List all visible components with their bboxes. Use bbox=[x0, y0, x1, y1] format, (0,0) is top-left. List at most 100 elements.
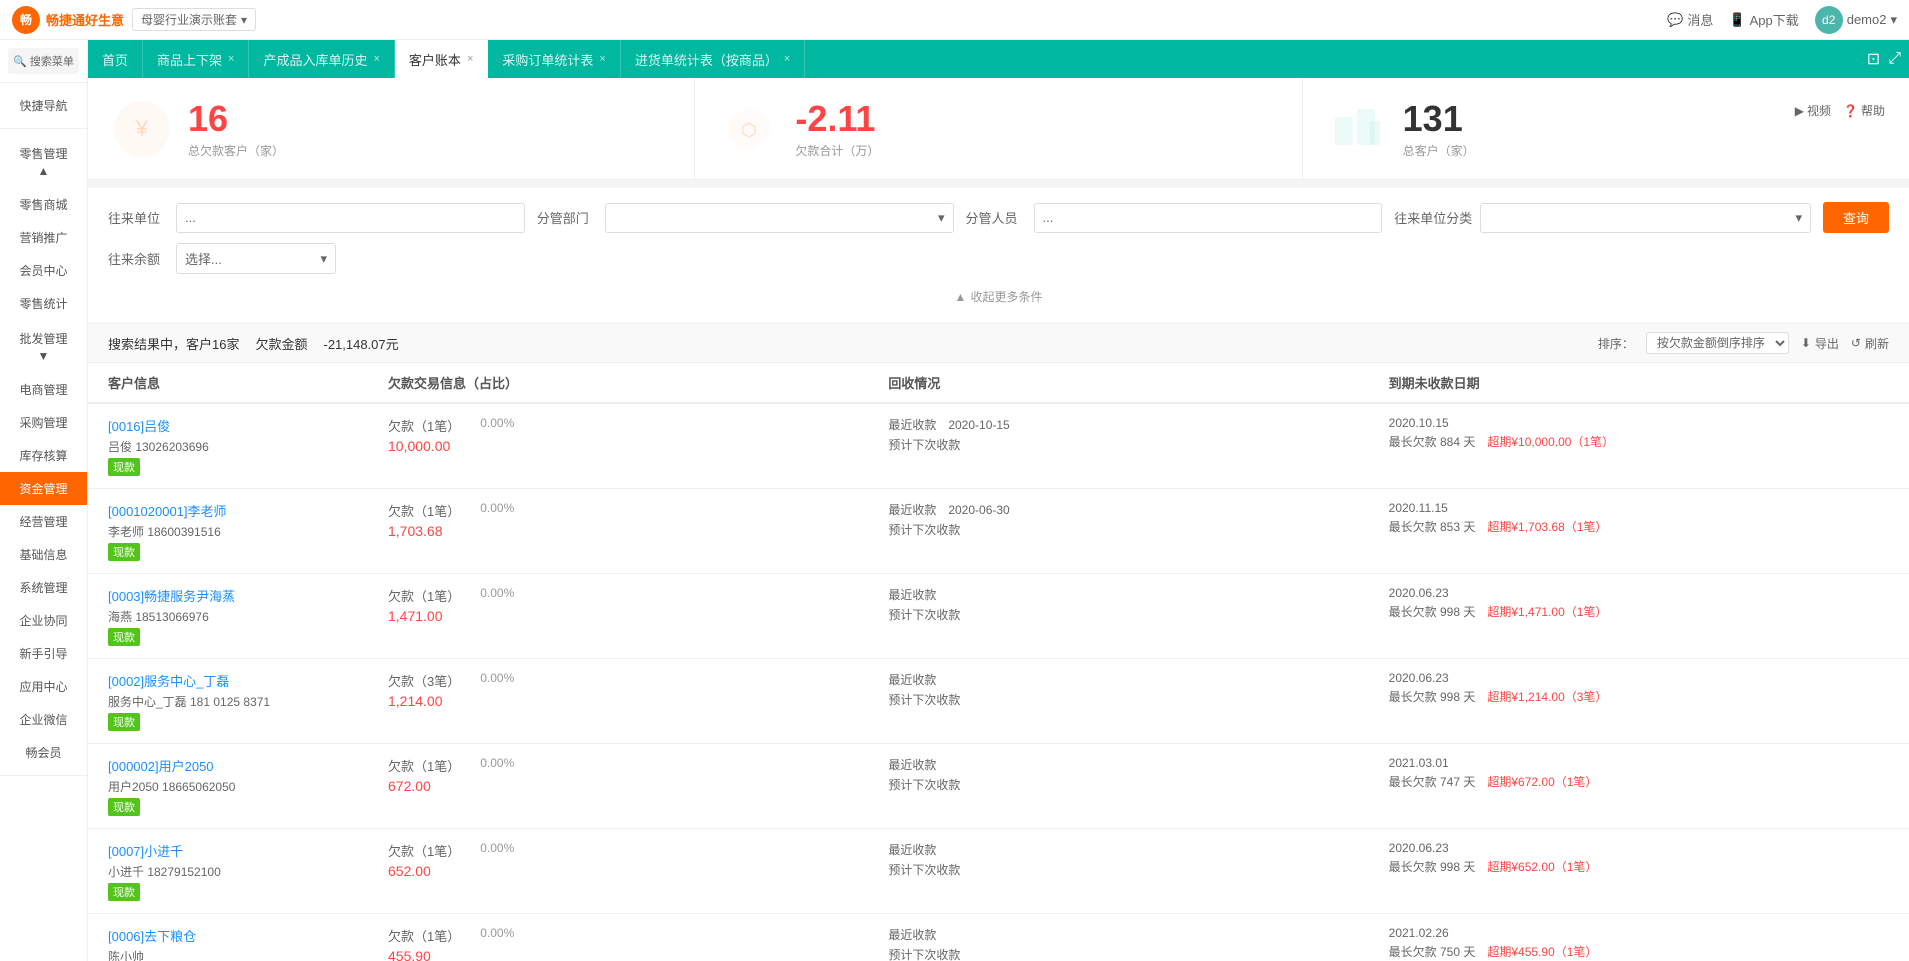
customer-name-link[interactable]: [0007]小进千 bbox=[108, 841, 388, 860]
store-selector[interactable]: 母婴行业演示账套 ▾ bbox=[132, 8, 256, 31]
sidebar-item-wechat[interactable]: 企业微信 bbox=[0, 703, 87, 736]
overdue-link[interactable]: 超期¥652.00（1笔） bbox=[1487, 860, 1597, 874]
sidebar-item-basic-info[interactable]: 基础信息 bbox=[0, 538, 87, 571]
video-btn[interactable]: ▶ 视频 bbox=[1795, 102, 1831, 119]
tab-production-history-label: 产成品入库单历史 bbox=[263, 50, 367, 69]
source-unit-filter: 往来单位 ... bbox=[108, 203, 525, 233]
tab-close-icon[interactable]: × bbox=[467, 53, 473, 65]
collapse-filter-btn[interactable]: ▲ 收起更多条件 bbox=[108, 284, 1889, 309]
expand-icon[interactable]: ⤢ bbox=[1888, 50, 1901, 68]
sidebar-item-inventory[interactable]: 库存核算 bbox=[0, 439, 87, 472]
next-payment-label: 预计下次收款 bbox=[888, 776, 1388, 793]
sidebar-item-finance[interactable]: 资金管理 bbox=[0, 472, 87, 505]
recent-payment-label: 最近收款 bbox=[888, 926, 1388, 943]
debt-info-inner: 欠款（1笔） 10,000.00 0.00% bbox=[388, 416, 888, 454]
table-row-wrapper: [000002]用户2050 用户2050 18665062050 现款 欠款（… bbox=[88, 744, 1909, 829]
ecommerce-label: 电商管理 bbox=[19, 381, 67, 398]
sidebar-item-membership[interactable]: 会员中心 bbox=[0, 254, 87, 287]
sidebar-item-marketing[interactable]: 营销推广 bbox=[0, 221, 87, 254]
sort-select[interactable]: 按欠款金额倒序排序 bbox=[1646, 332, 1789, 354]
customer-name-link[interactable]: [0003]畅捷服务尹海蒸 bbox=[108, 586, 388, 605]
debt-percent: 0.00% bbox=[480, 501, 514, 515]
overdue-link[interactable]: 超期¥1,471.00（1笔） bbox=[1487, 605, 1607, 619]
export-btn[interactable]: ⬇ 导出 bbox=[1801, 335, 1839, 352]
overdue-link[interactable]: 超期¥455.90（1笔） bbox=[1487, 945, 1597, 959]
sidebar-item-purchase[interactable]: 采购管理 bbox=[0, 406, 87, 439]
debt-customers-value: 16 bbox=[188, 98, 284, 140]
debt-info-inner: 欠款（1笔） 455.90 0.00% bbox=[388, 926, 888, 961]
overdue-link[interactable]: 超期¥1,703.68（1笔） bbox=[1487, 520, 1607, 534]
balance-select[interactable]: 选择... ▾ bbox=[176, 243, 336, 274]
overdue-days: 最长欠款 747 天 超期¥672.00（1笔） bbox=[1389, 773, 1889, 790]
recent-payment-label: 最近收款 2020-10-15 bbox=[888, 416, 1388, 433]
debt-info-cell: 欠款（1笔） 10,000.00 0.00% bbox=[388, 416, 888, 454]
sidebar-item-wholesale-mgmt[interactable]: 批发管理 ▼ bbox=[0, 320, 87, 373]
sidebar-item-new-user-guide[interactable]: 新手引导 bbox=[0, 637, 87, 670]
unit-class-label: 往来单位分类 bbox=[1394, 208, 1472, 227]
restore-icon[interactable]: ⊡ bbox=[1867, 49, 1880, 69]
due-date: 2020.06.23 bbox=[1389, 671, 1889, 685]
tab-bar-controls: ⊡ ⤢ bbox=[1859, 49, 1909, 69]
debt-customers-label: 总欠款客户（家） bbox=[188, 142, 284, 159]
tab-close-icon[interactable]: × bbox=[784, 53, 790, 65]
tab-close-icon[interactable]: × bbox=[599, 53, 605, 65]
unit-class-select[interactable]: ▾ bbox=[1480, 203, 1811, 233]
top-bar-left: 畅 畅捷通好生意 母婴行业演示账套 ▾ bbox=[12, 6, 256, 34]
help-btn[interactable]: ❓ 帮助 bbox=[1843, 102, 1885, 119]
sidebar-item-retail-mgmt[interactable]: 零售管理 ▲ bbox=[0, 135, 87, 188]
customer-name-link[interactable]: [0006]去下粮仓 bbox=[108, 926, 388, 945]
sidebar-item-changhui[interactable]: 畅会员 bbox=[0, 736, 87, 769]
due-date: 2021.03.01 bbox=[1389, 756, 1889, 770]
tab-product-listing-label: 商品上下架 bbox=[157, 50, 222, 69]
dept-select[interactable]: ▾ bbox=[605, 203, 954, 233]
customer-name-link[interactable]: [0001020001]李老师 bbox=[108, 501, 388, 520]
sidebar-item-ecommerce[interactable]: 电商管理 bbox=[0, 373, 87, 406]
customer-name-link[interactable]: [0002]服务中心_丁磊 bbox=[108, 671, 388, 690]
sidebar-item-retail-stats[interactable]: 零售统计 bbox=[0, 287, 87, 320]
tab-production-history[interactable]: 产成品入库单历史 × bbox=[249, 40, 394, 78]
sidebar-item-enterprise-collab[interactable]: 企业协同 bbox=[0, 604, 87, 637]
search-menu-btn[interactable]: 🔍 搜索菜单 bbox=[8, 48, 79, 74]
customer-name-link[interactable]: [0016]吕俊 bbox=[108, 416, 388, 435]
recent-payment-label: 最近收款 bbox=[888, 841, 1388, 858]
tab-close-icon[interactable]: × bbox=[228, 53, 234, 65]
app-download-btn[interactable]: 📱 App下载 bbox=[1729, 10, 1798, 29]
search-button[interactable]: 查询 bbox=[1823, 202, 1889, 233]
table-header: 客户信息 欠款交易信息（占比） 回收情况 到期未收款日期 bbox=[88, 363, 1909, 404]
tab-bar: 首页 商品上下架 × 产成品入库单历史 × 客户账本 × 采购订单统计表 × 进… bbox=[88, 40, 1909, 78]
refresh-btn[interactable]: ↺ 刷新 bbox=[1851, 335, 1889, 352]
tab-inbound-stats[interactable]: 进货单统计表（按商品） × bbox=[621, 40, 805, 78]
table-row: [0007]小进千 小进千 18279152100 现款 欠款（1笔） 652.… bbox=[88, 829, 1909, 913]
stat-info-debt-total: -2.11 欠款合计（万） bbox=[795, 98, 879, 159]
overdue-link[interactable]: 超期¥672.00（1笔） bbox=[1487, 775, 1597, 789]
sidebar-item-app-center[interactable]: 应用中心 bbox=[0, 670, 87, 703]
tab-home[interactable]: 首页 bbox=[88, 40, 143, 78]
sidebar-item-operations[interactable]: 经营管理 bbox=[0, 505, 87, 538]
overdue-info-cell: 2020.06.23 最长欠款 998 天 超期¥1,214.00（3笔） bbox=[1389, 671, 1889, 705]
debt-percent: 0.00% bbox=[480, 416, 514, 430]
chevron-down-icon: ▾ bbox=[320, 251, 327, 267]
dept-filter: 分管部门 ▾ bbox=[537, 203, 954, 233]
debt-info-cell: 欠款（3笔） 1,214.00 0.00% bbox=[388, 671, 888, 709]
customer-phone: 吕俊 13026203696 bbox=[108, 438, 388, 455]
sidebar-item-quick-nav[interactable]: 快捷导航 bbox=[0, 89, 87, 122]
tab-inbound-stats-label: 进货单统计表（按商品） bbox=[635, 50, 778, 69]
balance-placeholder: 选择... bbox=[185, 249, 222, 268]
debt-amount: 455.90 bbox=[388, 948, 460, 961]
sidebar-item-system[interactable]: 系统管理 bbox=[0, 571, 87, 604]
message-btn[interactable]: 💬 消息 bbox=[1667, 10, 1713, 29]
debt-info-cell: 欠款（1笔） 1,471.00 0.00% bbox=[388, 586, 888, 624]
top-bar: 畅 畅捷通好生意 母婴行业演示账套 ▾ 💬 消息 📱 App下载 d2 demo… bbox=[0, 0, 1909, 40]
overdue-link[interactable]: 超期¥1,214.00（3笔） bbox=[1487, 690, 1607, 704]
overdue-link[interactable]: 超期¥10,000.00（1笔） bbox=[1487, 435, 1614, 449]
source-unit-input[interactable]: ... bbox=[176, 203, 525, 233]
sidebar-item-retail-mall[interactable]: 零售商城 bbox=[0, 188, 87, 221]
tab-customer-account[interactable]: 客户账本 × bbox=[395, 40, 488, 78]
user-menu[interactable]: d2 demo2 ▾ bbox=[1815, 6, 1897, 34]
tab-close-icon[interactable]: × bbox=[373, 53, 379, 65]
manager-input[interactable]: ... bbox=[1034, 203, 1383, 233]
customer-name-link[interactable]: [000002]用户2050 bbox=[108, 756, 388, 775]
customer-info-cell: [000002]用户2050 用户2050 18665062050 现款 bbox=[108, 756, 388, 816]
tab-product-listing[interactable]: 商品上下架 × bbox=[143, 40, 249, 78]
tab-purchase-order-stats[interactable]: 采购订单统计表 × bbox=[488, 40, 620, 78]
